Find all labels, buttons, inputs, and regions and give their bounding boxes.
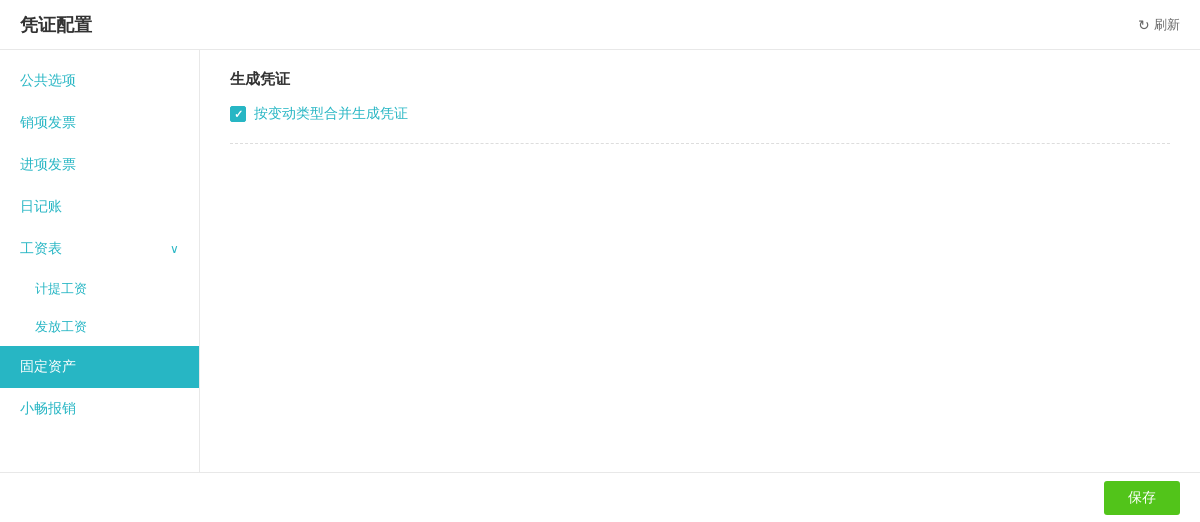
section-title: 生成凭证 [230,70,1170,89]
sidebar-item-expense-claim[interactable]: 小畅报销 [0,388,199,430]
sidebar-item-label: 计提工资 [35,281,87,296]
checkbox-row: 按变动类型合并生成凭证 [230,105,1170,123]
sidebar-item-fixed-assets[interactable]: 固定资产 [0,346,199,388]
sidebar-item-label: 发放工资 [35,319,87,334]
sidebar-item-pay-wages[interactable]: 发放工资 [0,308,199,346]
content-area: 生成凭证 按变动类型合并生成凭证 [200,50,1200,472]
sidebar-item-payroll[interactable]: 工资表 ∨ [0,228,199,270]
sidebar-item-label: 工资表 [20,240,62,258]
sidebar-item-public-options[interactable]: 公共选项 [0,60,199,102]
refresh-label: 刷新 [1154,16,1180,34]
sidebar-item-sales-invoice[interactable]: 销项发票 [0,102,199,144]
merge-by-type-checkbox[interactable] [230,106,246,122]
sidebar-item-label: 固定资产 [20,358,76,376]
footer: 保存 [0,472,1200,522]
chevron-down-icon: ∨ [170,242,179,256]
sidebar-item-label: 公共选项 [20,72,76,90]
divider [230,143,1170,144]
save-button[interactable]: 保存 [1104,481,1180,515]
sidebar-item-label: 销项发票 [20,114,76,132]
sidebar-item-purchase-invoice[interactable]: 进项发票 [0,144,199,186]
sidebar-item-label: 日记账 [20,198,62,216]
sidebar-item-journal[interactable]: 日记账 [0,186,199,228]
sidebar-item-label: 进项发票 [20,156,76,174]
sidebar-item-accrued-wages[interactable]: 计提工资 [0,270,199,308]
refresh-icon: ↻ [1138,17,1150,33]
sidebar: 公共选项 销项发票 进项发票 日记账 工资表 ∨ 计提工资 发放工资 固定资产 … [0,50,200,472]
header: 凭证配置 ↻ 刷新 [0,0,1200,50]
sidebar-item-label: 小畅报销 [20,400,76,418]
refresh-button[interactable]: ↻ 刷新 [1138,16,1180,34]
checkbox-label: 按变动类型合并生成凭证 [254,105,408,123]
page-title: 凭证配置 [20,13,92,37]
main-layout: 公共选项 销项发票 进项发票 日记账 工资表 ∨ 计提工资 发放工资 固定资产 … [0,50,1200,472]
